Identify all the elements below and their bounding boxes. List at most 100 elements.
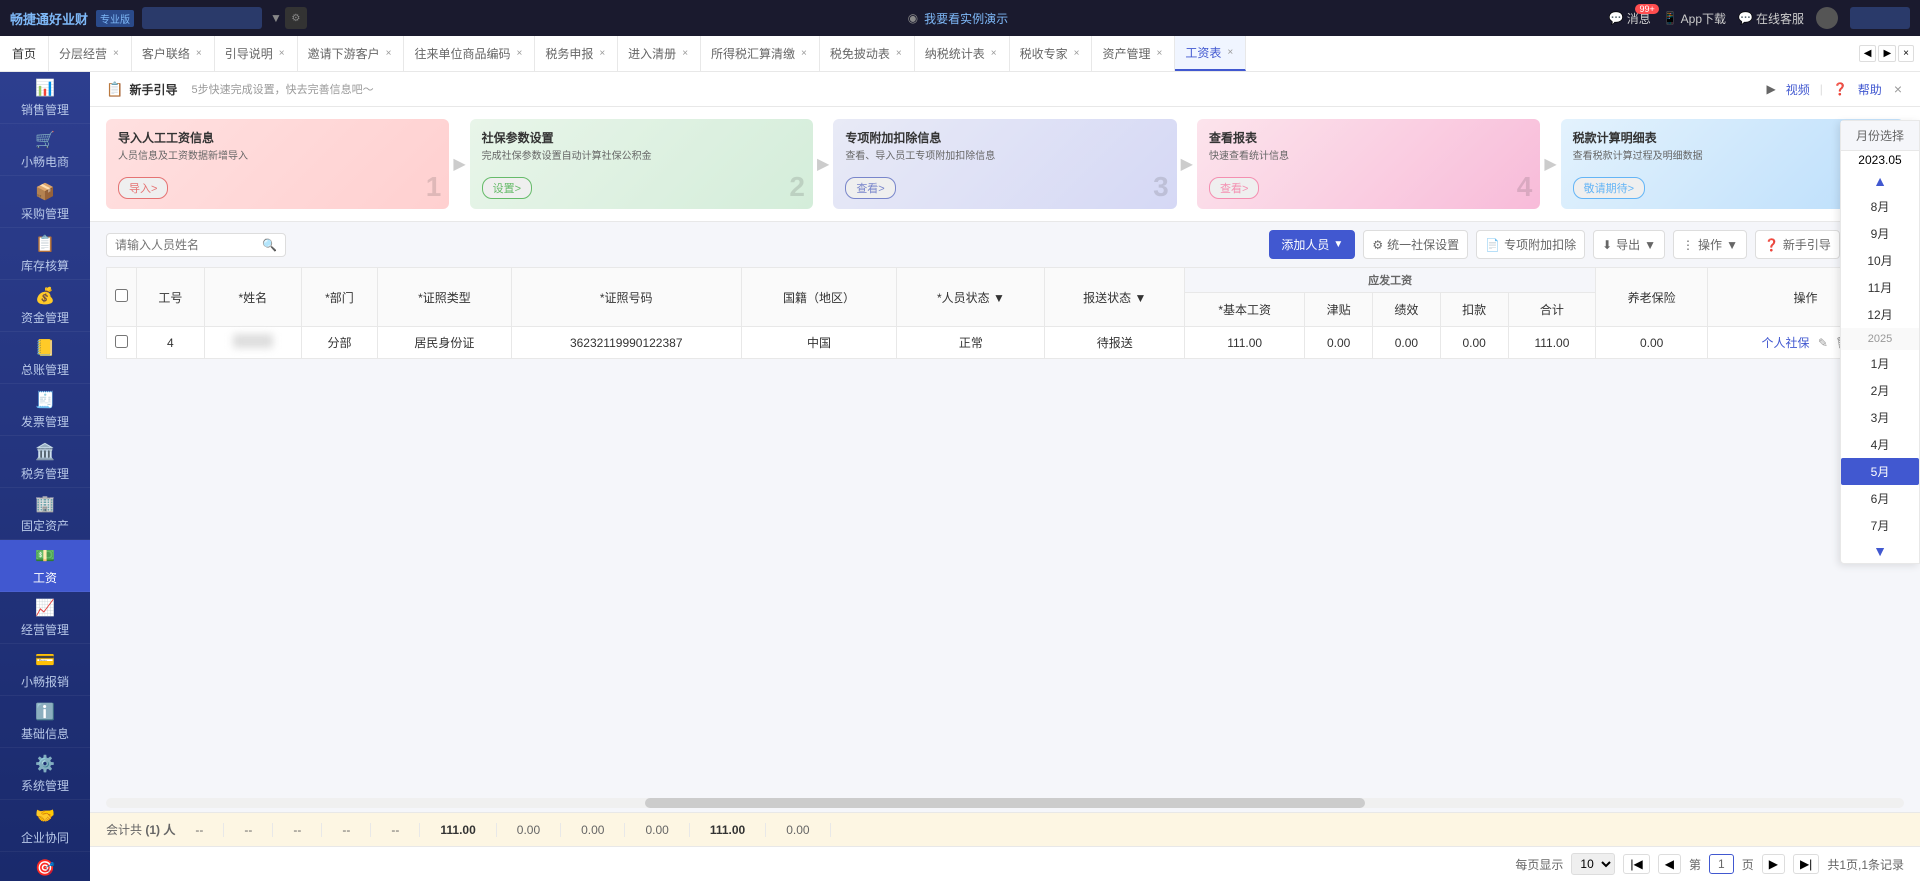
sidebar-item-operations[interactable]: 📈 经营管理 [0, 592, 90, 644]
sidebar-item-invoice[interactable]: 🧾 发票管理 [0, 384, 90, 436]
month-10[interactable]: 10月 [1841, 247, 1919, 274]
tab-yaoqing[interactable]: 邀请下游客户 × [298, 36, 405, 71]
tab-jinru[interactable]: 进入清册 × [618, 36, 701, 71]
close-suode-icon[interactable]: × [799, 47, 809, 60]
step4-btn[interactable]: 查看> [1209, 177, 1259, 199]
next-page-button[interactable]: ▶ [1762, 854, 1785, 874]
status-filter-icon[interactable]: ▼ [993, 291, 1005, 305]
message-button[interactable]: 💬 消息 99+ [1609, 10, 1651, 27]
tab-suode[interactable]: 所得税汇算清缴 × [701, 36, 820, 71]
individual-tax-link[interactable]: 个人社保 [1762, 336, 1810, 350]
tab-tongji[interactable]: 纳税统计表 × [915, 36, 1010, 71]
sidebar-item-guide[interactable]: 🎯 新手引导 [0, 852, 90, 881]
help-link[interactable]: 帮助 [1858, 81, 1882, 98]
month-2[interactable]: 2月 [1841, 377, 1919, 404]
tab-next-button[interactable]: ▶ [1878, 45, 1896, 62]
close-yaoqing-icon[interactable]: × [384, 47, 394, 60]
close-gongzi-icon[interactable]: × [1225, 46, 1235, 59]
close-fenceng-icon[interactable]: × [111, 47, 121, 60]
sidebar-item-marketing[interactable]: 💳 小畅报销 [0, 644, 90, 696]
tab-shuiwu[interactable]: 税务申报 × [535, 36, 618, 71]
footer-dash1: -- [175, 823, 224, 837]
sidebar-item-coop[interactable]: 🤝 企业协同 [0, 800, 90, 852]
tab-close-all-button[interactable]: × [1898, 45, 1914, 62]
close-tongji-icon[interactable]: × [989, 47, 999, 60]
month-11[interactable]: 11月 [1841, 274, 1919, 301]
sidebar-item-system[interactable]: ⚙️ 系统管理 [0, 748, 90, 800]
tab-prev-button[interactable]: ◀ [1859, 45, 1877, 62]
month-12[interactable]: 12月 [1841, 301, 1919, 328]
tab-fenceng[interactable]: 分层经营 × [49, 36, 132, 71]
online-service-button[interactable]: 💬 在线客服 [1738, 10, 1804, 27]
first-page-button[interactable]: |◀ [1623, 854, 1649, 874]
search-icon[interactable]: 🔍 [262, 238, 277, 252]
step3-btn[interactable]: 查看> [845, 177, 895, 199]
sidebar-item-salary[interactable]: 💵 工资 [0, 540, 90, 592]
sidebar-item-finance[interactable]: 💰 资金管理 [0, 280, 90, 332]
month-5[interactable]: 5月 [1841, 458, 1919, 485]
close-zichan-icon[interactable]: × [1154, 47, 1164, 60]
user-avatar[interactable] [1816, 7, 1838, 29]
sidebar-item-basic[interactable]: ℹ️ 基础信息 [0, 696, 90, 748]
close-mianzhe-icon[interactable]: × [894, 47, 904, 60]
footer-dash3: -- [273, 823, 322, 837]
tab-home[interactable]: 首页 [0, 36, 49, 71]
year-up-button[interactable]: ▲ [1869, 171, 1891, 191]
add-person-button[interactable]: 添加人员 ▼ [1269, 230, 1355, 259]
month-6[interactable]: 6月 [1841, 485, 1919, 512]
select-all-checkbox[interactable] [115, 289, 128, 302]
tab-zhuanjia[interactable]: 税收专家 × [1010, 36, 1093, 71]
last-page-button[interactable]: ▶| [1793, 854, 1819, 874]
tab-bar: 首页 分层经营 × 客户联络 × 引导说明 × 邀请下游客户 × 往来单位商品编… [0, 36, 1920, 72]
page-size-select[interactable]: 10 20 50 [1571, 853, 1615, 875]
month-8[interactable]: 8月 [1841, 193, 1919, 220]
tab-kehu[interactable]: 客户联络 × [132, 36, 215, 71]
special-deduct-button[interactable]: 📄 专项附加扣除 [1476, 230, 1585, 259]
social-settings-button[interactable]: ⚙ 统一社保设置 [1363, 230, 1468, 259]
month-9[interactable]: 9月 [1841, 220, 1919, 247]
month-1[interactable]: 1月 [1841, 350, 1919, 377]
month-4[interactable]: 4月 [1841, 431, 1919, 458]
horizontal-scrollbar[interactable] [106, 798, 1904, 808]
close-wanglai-icon[interactable]: × [514, 47, 524, 60]
video-link[interactable]: 视频 [1786, 81, 1810, 98]
close-jinru-icon[interactable]: × [680, 47, 690, 60]
tab-mianzhe[interactable]: 税免披动表 × [820, 36, 915, 71]
demo-link[interactable]: 我要看实例演示 [924, 10, 1008, 27]
sidebar-item-xiaochang[interactable]: 🛒 小畅电商 [0, 124, 90, 176]
row-checkbox[interactable] [115, 335, 128, 348]
month-panel-header: 月份选择 [1841, 121, 1919, 151]
prev-page-button[interactable]: ◀ [1658, 854, 1681, 874]
export-button[interactable]: ⬇ 导出 ▼ [1593, 230, 1665, 259]
guide-close-icon[interactable]: × [1892, 80, 1904, 98]
month-7[interactable]: 7月 [1841, 512, 1919, 539]
close-shuiwu-icon[interactable]: × [597, 47, 607, 60]
app-download-button[interactable]: 📱 App下载 [1663, 10, 1726, 27]
tab-gongzi[interactable]: 工资表 × [1175, 36, 1246, 71]
operations-button[interactable]: ⋮ 操作 ▼ [1673, 230, 1747, 259]
search-input[interactable] [115, 238, 258, 252]
sidebar-item-assets[interactable]: 🏢 固定资产 [0, 488, 90, 540]
report-filter-icon[interactable]: ▼ [1134, 291, 1146, 305]
edit-icon[interactable]: ✎ [1818, 336, 1828, 350]
step1-btn[interactable]: 导入> [118, 177, 168, 199]
month-3[interactable]: 3月 [1841, 404, 1919, 431]
new-guide-button[interactable]: ❓ 新手引导 [1755, 230, 1840, 259]
tab-wanglai[interactable]: 往来单位商品编码 × [404, 36, 535, 71]
sidebar-item-inventory[interactable]: 📋 库存核算 [0, 228, 90, 280]
cell-jiben: 111.00 [1185, 327, 1305, 359]
close-zhuanjia-icon[interactable]: × [1072, 47, 1082, 60]
msg-badge: 99+ [1635, 4, 1658, 14]
invoice-icon: 🧾 [35, 390, 55, 410]
step2-btn[interactable]: 设置> [482, 177, 532, 199]
year-down-button[interactable]: ▼ [1869, 541, 1891, 561]
step5-btn[interactable]: 敬请期待> [1573, 177, 1645, 199]
tab-yindao[interactable]: 引导说明 × [215, 36, 298, 71]
sidebar-item-tax[interactable]: 🏛️ 税务管理 [0, 436, 90, 488]
tab-zichan[interactable]: 资产管理 × [1092, 36, 1175, 71]
close-yindao-icon[interactable]: × [277, 47, 287, 60]
close-kehu-icon[interactable]: × [194, 47, 204, 60]
sidebar-item-general[interactable]: 📒 总账管理 [0, 332, 90, 384]
sidebar-item-purchase[interactable]: 📦 采购管理 [0, 176, 90, 228]
sidebar-item-sales[interactable]: 📊 销售管理 [0, 72, 90, 124]
